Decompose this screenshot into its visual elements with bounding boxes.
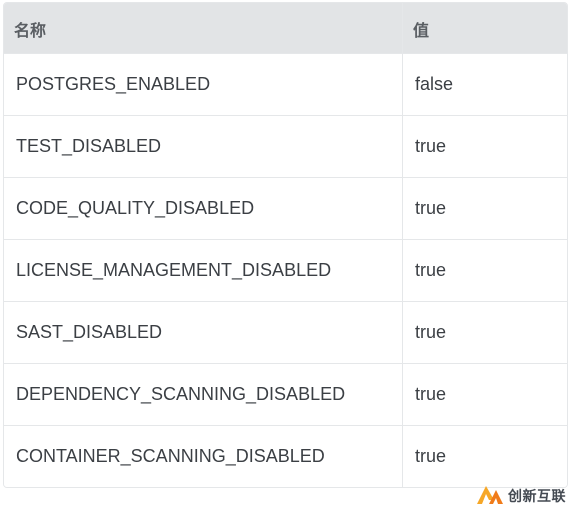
table-row: POSTGRES_ENABLED false — [4, 54, 567, 116]
header-value: 值 — [402, 3, 567, 54]
watermark-text: 创新互联 — [508, 486, 566, 506]
table-row: DEPENDENCY_SCANNING_DISABLED true — [4, 364, 567, 426]
cell-value: false — [402, 54, 567, 116]
cell-value: true — [402, 178, 567, 240]
table-row: CODE_QUALITY_DISABLED true — [4, 178, 567, 240]
variables-table: 名称 值 POSTGRES_ENABLED false TEST_DISABLE… — [3, 2, 568, 488]
cell-name: CODE_QUALITY_DISABLED — [4, 178, 402, 240]
cell-name: SAST_DISABLED — [4, 302, 402, 364]
cell-value: true — [402, 302, 567, 364]
cell-name: DEPENDENCY_SCANNING_DISABLED — [4, 364, 402, 426]
cell-value: true — [402, 116, 567, 178]
cell-name: TEST_DISABLED — [4, 116, 402, 178]
cell-name: LICENSE_MANAGEMENT_DISABLED — [4, 240, 402, 302]
table-row: CONTAINER_SCANNING_DISABLED true — [4, 426, 567, 487]
header-name: 名称 — [4, 3, 402, 54]
cell-name: POSTGRES_ENABLED — [4, 54, 402, 116]
table-row: SAST_DISABLED true — [4, 302, 567, 364]
cell-value: true — [402, 426, 567, 487]
table-row: TEST_DISABLED true — [4, 116, 567, 178]
cell-value: true — [402, 240, 567, 302]
cell-value: true — [402, 364, 567, 426]
table-row: LICENSE_MANAGEMENT_DISABLED true — [4, 240, 567, 302]
table-header-row: 名称 值 — [4, 3, 567, 54]
cell-name: CONTAINER_SCANNING_DISABLED — [4, 426, 402, 487]
